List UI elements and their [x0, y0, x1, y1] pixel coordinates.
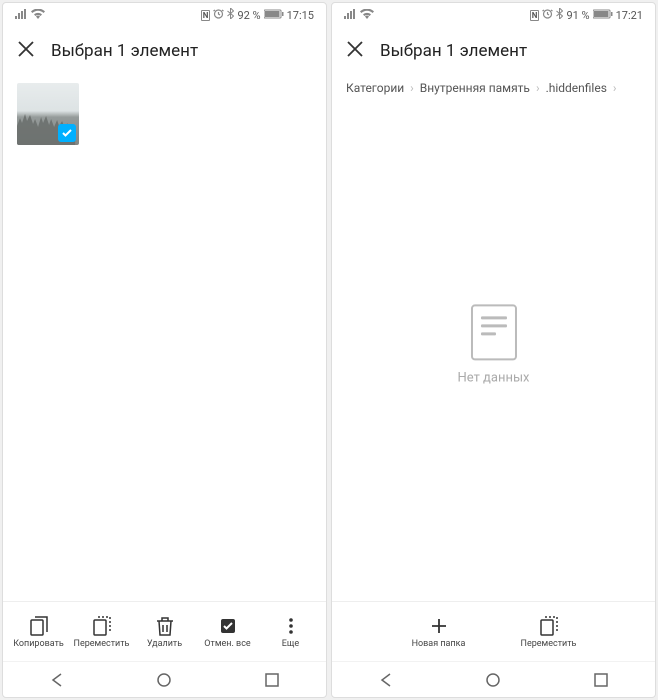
- copy-button[interactable]: Копировать: [7, 615, 70, 649]
- chevron-right-icon: ›: [410, 81, 414, 95]
- breadcrumb-item[interactable]: Внутренняя память: [420, 81, 530, 95]
- signal-icon: [15, 9, 27, 22]
- wifi-icon: [360, 9, 374, 22]
- move-label: Переместить: [74, 639, 130, 649]
- wifi-icon: [31, 9, 45, 22]
- more-icon: [280, 615, 302, 637]
- more-button[interactable]: Еще: [259, 615, 322, 649]
- nav-home[interactable]: [463, 662, 523, 697]
- nfc-icon: N: [530, 10, 540, 21]
- empty-text: Нет данных: [457, 370, 529, 385]
- chevron-right-icon: ›: [536, 81, 540, 95]
- new-folder-label: Новая папка: [412, 639, 466, 649]
- content-area: [3, 75, 326, 601]
- page-title: Выбран 1 элемент: [51, 41, 198, 61]
- move-button[interactable]: Переместить: [70, 615, 133, 649]
- alarm-icon: [542, 8, 553, 22]
- page-title: Выбран 1 элемент: [380, 41, 527, 61]
- clock-time: 17:15: [287, 9, 314, 22]
- trash-icon: [154, 615, 176, 637]
- bottom-toolbar: Новая папка Переместить: [332, 601, 655, 661]
- move-label: Переместить: [521, 639, 577, 649]
- breadcrumb-item[interactable]: Категории: [346, 81, 404, 95]
- header: Выбран 1 элемент: [332, 27, 655, 75]
- new-folder-button[interactable]: Новая папка: [404, 615, 474, 649]
- deselect-icon: [217, 615, 239, 637]
- nav-bar: [332, 661, 655, 697]
- delete-label: Удалить: [147, 639, 182, 649]
- deselect-label: Отмен. все: [204, 639, 250, 649]
- copy-label: Копировать: [13, 639, 64, 649]
- copy-icon: [28, 615, 50, 637]
- nav-recent[interactable]: [571, 662, 631, 697]
- nfc-icon: N: [201, 10, 211, 21]
- plus-icon: [428, 615, 450, 637]
- bottom-toolbar: Копировать Переместить Удалить Отмен. вс…: [3, 601, 326, 661]
- bluetooth-icon: [227, 8, 234, 22]
- delete-button[interactable]: Удалить: [133, 615, 196, 649]
- status-bar: N 91 % 17:21: [332, 3, 655, 27]
- nav-home[interactable]: [134, 662, 194, 697]
- close-icon[interactable]: [17, 39, 35, 64]
- phone-left: N 92 % 17:15 Выбран 1 элемент: [2, 2, 327, 698]
- bluetooth-icon: [556, 8, 563, 22]
- move-button[interactable]: Переместить: [514, 615, 584, 649]
- image-thumb[interactable]: [17, 83, 79, 145]
- alarm-icon: [213, 8, 224, 22]
- clock-time: 17:21: [616, 9, 643, 22]
- move-icon: [538, 615, 560, 637]
- nav-recent[interactable]: [242, 662, 302, 697]
- breadcrumb-item[interactable]: .hiddenfiles: [546, 81, 607, 95]
- header: Выбран 1 элемент: [3, 27, 326, 75]
- chevron-right-icon: ›: [613, 81, 617, 95]
- nav-back[interactable]: [27, 662, 87, 697]
- breadcrumb: Категории › Внутренняя память › .hiddenf…: [332, 75, 655, 105]
- battery-pct: 92 %: [237, 9, 260, 22]
- empty-state: Нет данных: [457, 304, 529, 385]
- more-label: Еще: [282, 639, 299, 649]
- battery-icon: [593, 9, 613, 22]
- signal-icon: [344, 9, 356, 22]
- status-bar: N 92 % 17:15: [3, 3, 326, 27]
- check-icon: [58, 124, 76, 142]
- nav-bar: [3, 661, 326, 697]
- battery-pct: 91 %: [566, 9, 589, 22]
- battery-icon: [264, 9, 284, 22]
- phone-right: N 91 % 17:21 Выбран 1 элемент Категории …: [331, 2, 656, 698]
- close-icon[interactable]: [346, 39, 364, 64]
- nav-back[interactable]: [356, 662, 416, 697]
- deselect-button[interactable]: Отмен. все: [196, 615, 259, 649]
- empty-doc-icon: [471, 304, 517, 360]
- content-area: Нет данных: [332, 105, 655, 601]
- move-icon: [91, 615, 113, 637]
